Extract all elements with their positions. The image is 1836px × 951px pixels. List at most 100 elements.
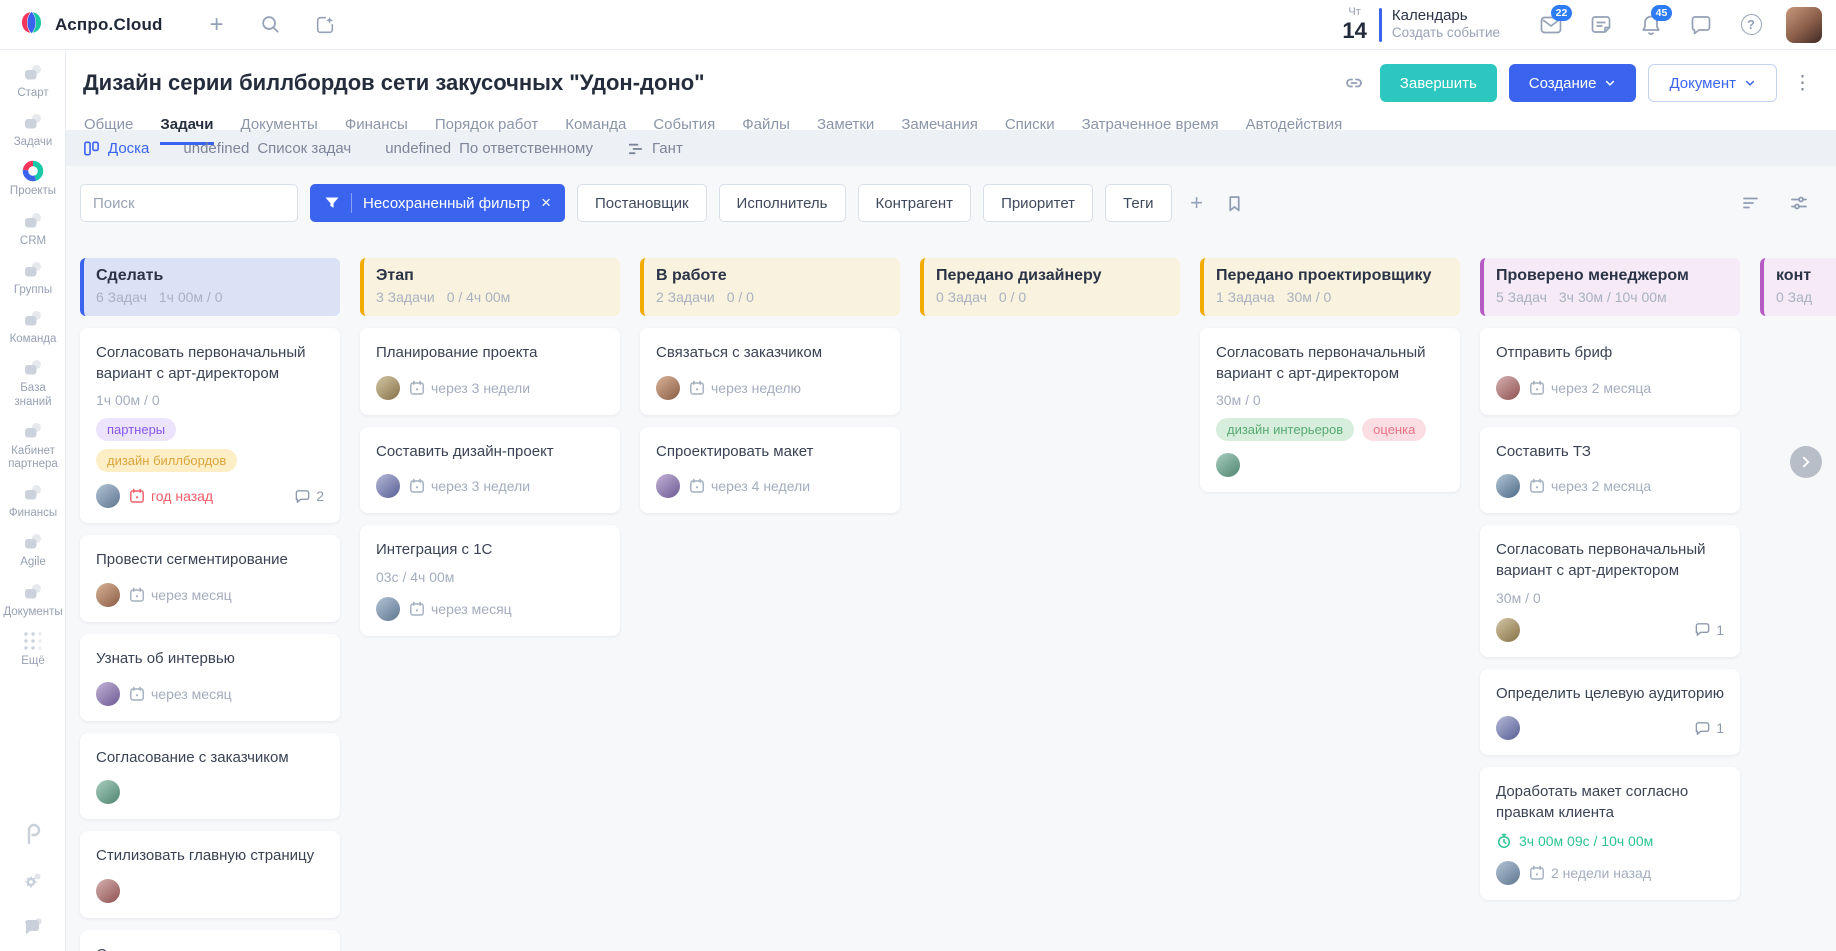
task-card[interactable]: Отправить бриф через 2 месяца — [1480, 328, 1740, 415]
view-gantt[interactable]: Гант — [627, 140, 683, 157]
sidebar-item-finance[interactable]: Финансы — [0, 482, 66, 520]
tag-yellow[interactable]: дизайн биллбордов — [96, 449, 238, 473]
tag-green[interactable]: дизайн интерьеров — [1216, 418, 1355, 442]
sidebar-item-agile[interactable]: Agile — [0, 531, 66, 569]
tag-purple[interactable]: партнеры — [96, 418, 177, 442]
board-settings-sliders-icon[interactable] — [1786, 190, 1812, 216]
clear-filter-icon[interactable]: × — [541, 193, 551, 213]
help-icon[interactable]: ? — [1738, 12, 1764, 38]
sidebar-item-partner-cabinet[interactable]: Кабинет партнера — [0, 420, 66, 471]
task-card[interactable]: Согласовать первоначальный вариант с арт… — [1480, 525, 1740, 657]
sidebar-item-label: Проекты — [9, 185, 57, 198]
view-board[interactable]: Доска — [83, 140, 149, 157]
tab-project-9[interactable]: Замечания — [901, 116, 978, 145]
add-filter-icon[interactable]: + — [1184, 190, 1210, 216]
task-comments[interactable]: 1 — [1694, 720, 1724, 737]
settings-gear-icon[interactable] — [21, 869, 45, 893]
date-widget[interactable]: Чт 14 — [1342, 7, 1366, 42]
tab-project-10[interactable]: Списки — [1005, 116, 1055, 145]
user-avatar[interactable] — [1786, 6, 1822, 43]
task-card[interactable]: Стилизовать главную страницу — [80, 831, 340, 919]
circles-icon — [0, 259, 66, 281]
avatar — [96, 484, 120, 509]
view-task-list[interactable]: undefined Список задач — [183, 140, 351, 157]
task-comments[interactable]: 2 — [294, 488, 324, 505]
bell-icon[interactable]: 45 — [1638, 4, 1672, 38]
sidebar-item-projects[interactable]: Проекты — [0, 160, 66, 198]
sidebar-item-more[interactable]: Ещё — [0, 630, 66, 668]
tab-project-8[interactable]: Заметки — [817, 116, 874, 145]
sidebar-item-label: Группы — [13, 283, 53, 296]
save-filter-bookmark-icon[interactable] — [1222, 190, 1248, 216]
task-card[interactable]: Составить дизайн-проект через 3 недели — [360, 426, 620, 514]
tab-project-7[interactable]: Файлы — [742, 116, 790, 145]
column-header[interactable]: конт 0 Зад — [1760, 258, 1836, 316]
whats-new-sparkle-icon[interactable] — [313, 13, 337, 37]
more-actions-icon[interactable]: ⋮ — [1789, 72, 1816, 95]
search-input[interactable] — [80, 184, 298, 222]
notes-icon[interactable] — [1588, 12, 1614, 38]
task-card[interactable]: Доработать макет согласно правкам клиент… — [1480, 767, 1740, 900]
copy-link-icon[interactable] — [1340, 69, 1368, 97]
sidebar-item-crm[interactable]: CRM — [0, 210, 66, 248]
partner-program-icon[interactable] — [21, 823, 45, 847]
task-due-label: через месяц — [431, 601, 512, 618]
column-header[interactable]: Проверено менеджером 5 Задач 3ч 30м / 10ч … — [1480, 258, 1740, 316]
task-card[interactable]: Согласовать первоначальный вариант с арт… — [1200, 328, 1460, 493]
create-event-link[interactable]: Создать событие — [1392, 25, 1500, 42]
sidebar-item-groups[interactable]: Группы — [0, 259, 66, 297]
board-column-3: Передано дизайнеру 0 Задач 0 / 0 — [920, 258, 1180, 316]
task-card[interactable]: Стилизовать разделы — [80, 930, 340, 951]
task-card[interactable]: Составить ТЗ через 2 месяца — [1480, 426, 1740, 514]
sidebar-item-knowledge-base[interactable]: База знаний — [0, 357, 66, 408]
sidebar-item-team[interactable]: Команда — [0, 308, 66, 346]
sidebar-item-start[interactable]: Старт — [0, 62, 66, 100]
document-button[interactable]: Документ — [1648, 64, 1777, 102]
column-header[interactable]: Этап 3 Задачи 0 / 4ч 00м — [360, 258, 620, 316]
view-by-assignee[interactable]: undefined По ответственному — [385, 140, 593, 157]
column-header[interactable]: Передано проектировщику 1 Задача 30м / 0 — [1200, 258, 1460, 316]
filter-button-3[interactable]: Приоритет — [983, 184, 1094, 222]
active-filter-chip[interactable]: Несохраненный фильтр × — [310, 184, 565, 222]
add-icon[interactable]: + — [205, 12, 229, 37]
task-timer-value: 3ч 00м 09с / 10ч 00м — [1519, 832, 1654, 849]
calendar-widget[interactable]: Календарь Создать событие — [1392, 7, 1500, 43]
filter-button-4[interactable]: Теги — [1105, 184, 1172, 222]
finish-button[interactable]: Завершить — [1379, 64, 1497, 102]
task-card[interactable]: Планирование проекта через 3 недели — [360, 328, 620, 415]
create-button[interactable]: Создание — [1508, 64, 1637, 102]
sidebar-item-documents[interactable]: Документы — [0, 581, 66, 619]
task-card[interactable]: Провести сегментирование через месяц — [80, 535, 340, 623]
column-header[interactable]: Сделать 6 Задач 1ч 00м / 0 — [80, 258, 340, 316]
column-header[interactable]: В работе 2 Задачи 0 / 0 — [640, 258, 900, 316]
scroll-right-button[interactable] — [1790, 446, 1822, 478]
task-card[interactable]: Определить целевую аудиторию 1 — [1480, 668, 1740, 756]
task-card[interactable]: Согласование с заказчиком — [80, 732, 340, 820]
filter-button-2[interactable]: Контрагент — [857, 184, 972, 222]
task-card[interactable]: Спроектировать макет через 4 недели — [640, 426, 900, 514]
task-card[interactable]: Интеграция с 1С 03с / 4ч 00м через месяц — [360, 525, 620, 637]
task-card[interactable]: Связаться с заказчиком через неделю — [640, 328, 900, 415]
topbar-right: Чт 14 Календарь Создать событие 22 45 ? — [1342, 4, 1822, 43]
task-card[interactable]: Согласовать первоначальный вариант с арт… — [80, 328, 340, 524]
sort-icon[interactable] — [1738, 190, 1764, 216]
mail-icon[interactable]: 22 — [1538, 4, 1572, 38]
agile-icon — [0, 531, 66, 553]
search-icon[interactable] — [259, 13, 283, 37]
feedback-bubble-icon[interactable] — [21, 915, 45, 939]
filter-button-1[interactable]: Исполнитель — [718, 184, 846, 222]
filter-button-0[interactable]: Постановщик — [577, 184, 707, 222]
brand[interactable]: Аспро.Cloud — [18, 9, 163, 41]
task-comments[interactable]: 1 — [1694, 621, 1724, 638]
task-comment-count: 2 — [316, 488, 324, 505]
column-header[interactable]: Передано дизайнеру 0 Задач 0 / 0 — [920, 258, 1180, 316]
tag-pink[interactable]: оценка — [1362, 418, 1427, 442]
tab-project-12[interactable]: Автодействия — [1246, 116, 1343, 145]
tab-project-11[interactable]: Затраченное время — [1082, 116, 1219, 145]
task-title: Согласование с заказчиком — [96, 748, 289, 766]
task-footer: через месяц — [96, 583, 324, 608]
task-time-spent: 03с / 4ч 00м — [376, 569, 455, 586]
chat-icon[interactable] — [1688, 12, 1714, 38]
sidebar-item-tasks[interactable]: Задачи — [0, 111, 66, 149]
task-card[interactable]: Узнать об интервью через месяц — [80, 634, 340, 721]
